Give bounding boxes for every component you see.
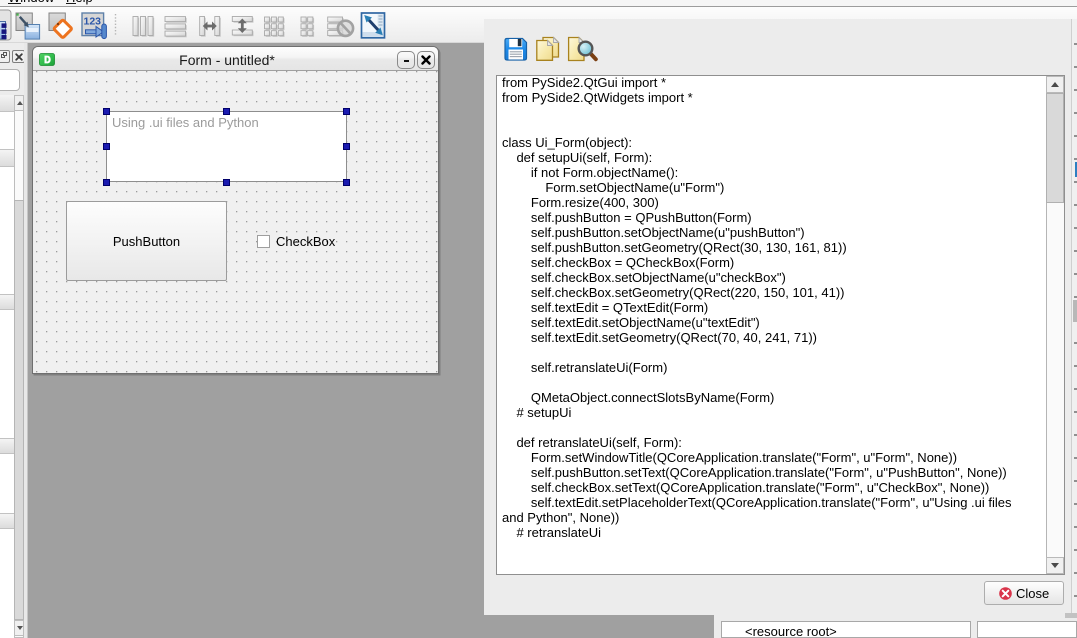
svg-text:123: 123 (84, 16, 102, 28)
